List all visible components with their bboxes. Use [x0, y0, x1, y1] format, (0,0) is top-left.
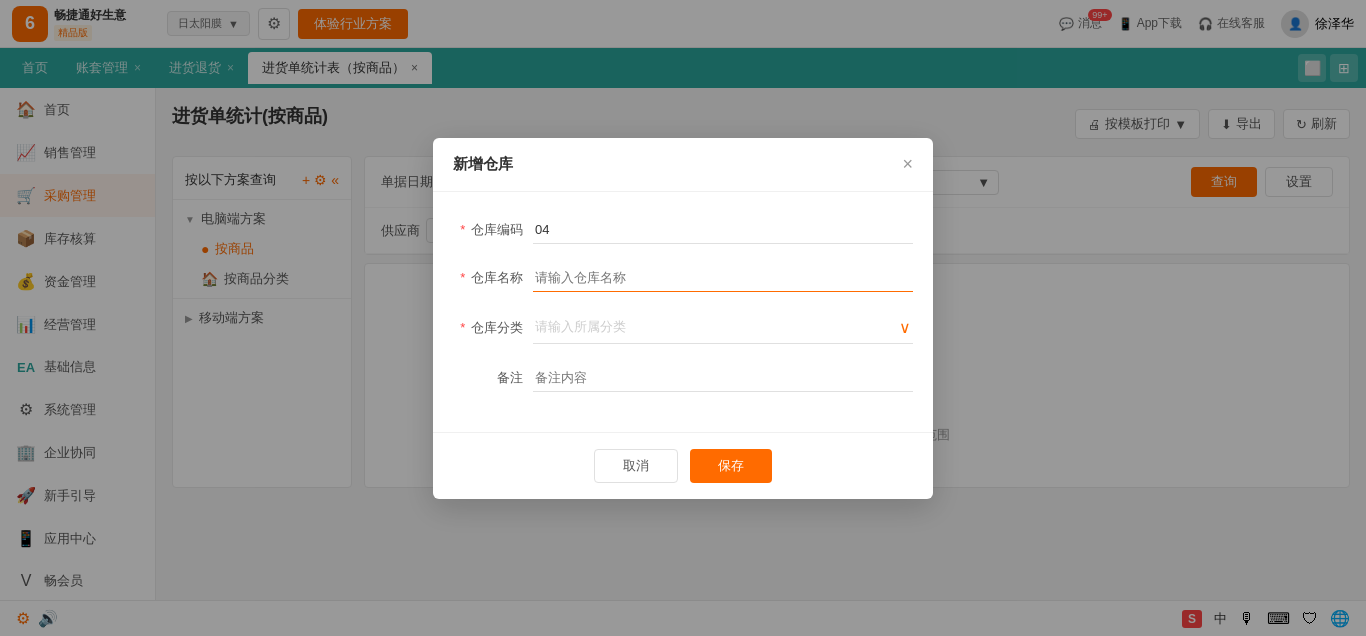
chevron-down-icon: ∨ — [899, 318, 911, 337]
form-row-remark: 备注 — [453, 364, 913, 392]
form-row-code: * 仓库编码 — [453, 216, 913, 244]
modal-title: 新增仓库 — [453, 155, 513, 174]
modal-close-button[interactable]: × — [902, 154, 913, 175]
category-label: * 仓库分类 — [453, 319, 533, 337]
save-button[interactable]: 保存 — [690, 449, 772, 483]
code-input[interactable] — [533, 216, 913, 244]
code-label: * 仓库编码 — [453, 221, 533, 239]
name-input[interactable] — [533, 264, 913, 292]
modal-overlay: 新增仓库 × * 仓库编码 * 仓库名称 — [0, 0, 1366, 636]
modal-header: 新增仓库 × — [433, 138, 933, 192]
modal-add-warehouse: 新增仓库 × * 仓库编码 * 仓库名称 — [433, 138, 933, 499]
category-select[interactable]: 请输入所属分类 ∨ — [533, 312, 913, 344]
form-row-name: * 仓库名称 — [453, 264, 913, 292]
cancel-button[interactable]: 取消 — [594, 449, 678, 483]
modal-footer: 取消 保存 — [433, 432, 933, 499]
remark-input[interactable] — [533, 364, 913, 392]
name-label: * 仓库名称 — [453, 269, 533, 287]
remark-label: 备注 — [453, 369, 533, 387]
modal-body: * 仓库编码 * 仓库名称 * 仓库分类 请输入所属 — [433, 192, 933, 432]
form-row-category: * 仓库分类 请输入所属分类 ∨ — [453, 312, 913, 344]
